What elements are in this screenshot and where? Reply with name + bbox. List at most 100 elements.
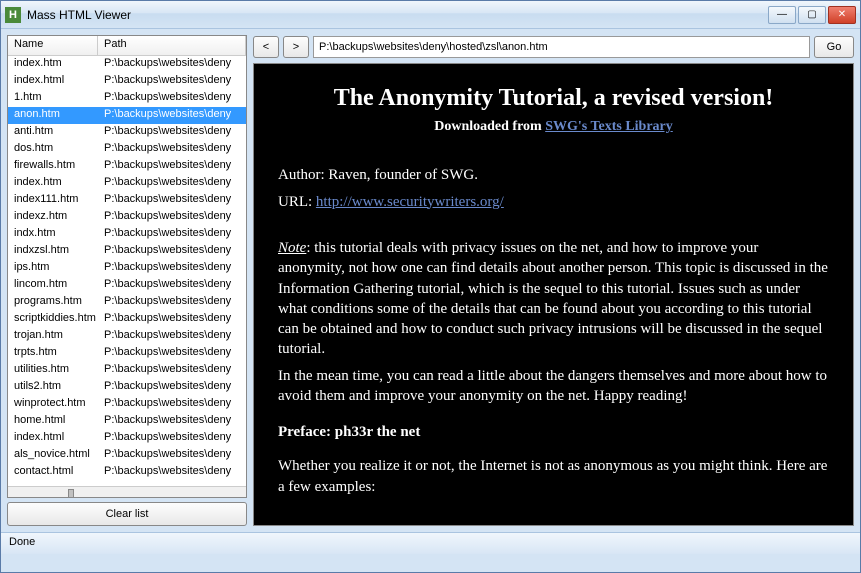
url-link[interactable]: http://www.securitywriters.org/	[316, 194, 504, 210]
scroll-thumb[interactable]	[68, 489, 74, 498]
file-list-header: Name Path	[8, 36, 246, 56]
horizontal-scrollbar[interactable]	[8, 486, 246, 498]
file-row[interactable]: contact.htmlP:\backups\websites\deny	[8, 464, 246, 481]
file-path-cell: P:\backups\websites\deny	[98, 362, 246, 379]
status-bar: Done	[1, 532, 860, 554]
file-name-cell: lincom.htm	[8, 277, 98, 294]
address-input[interactable]	[313, 36, 810, 58]
file-rows[interactable]: index.htmP:\backups\websites\denyindex.h…	[8, 56, 246, 486]
file-name-cell: firewalls.htm	[8, 158, 98, 175]
file-path-cell: P:\backups\websites\deny	[98, 209, 246, 226]
content-view[interactable]: The Anonymity Tutorial, a revised versio…	[253, 63, 854, 526]
file-path-cell: P:\backups\websites\deny	[98, 396, 246, 413]
file-name-cell: programs.htm	[8, 294, 98, 311]
note-body: : this tutorial deals with privacy issue…	[278, 240, 828, 357]
file-row[interactable]: index.htmlP:\backups\websites\deny	[8, 73, 246, 90]
left-panel: Name Path index.htmP:\backups\websites\d…	[7, 35, 247, 526]
file-name-cell: ips.htm	[8, 260, 98, 277]
file-path-cell: P:\backups\websites\deny	[98, 413, 246, 430]
file-row[interactable]: home.htmlP:\backups\websites\deny	[8, 413, 246, 430]
file-name-cell: indx.htm	[8, 226, 98, 243]
file-row[interactable]: index111.htmP:\backups\websites\deny	[8, 192, 246, 209]
file-name-cell: home.html	[8, 413, 98, 430]
url-line: URL: http://www.securitywriters.org/	[278, 192, 829, 212]
window-title: Mass HTML Viewer	[27, 8, 768, 22]
file-name-cell: als_novice.html	[8, 447, 98, 464]
file-name-cell: index.htm	[8, 56, 98, 73]
file-name-cell: index.htm	[8, 175, 98, 192]
file-row[interactable]: lincom.htmP:\backups\websites\deny	[8, 277, 246, 294]
file-path-cell: P:\backups\websites\deny	[98, 328, 246, 345]
file-path-cell: P:\backups\websites\deny	[98, 141, 246, 158]
close-button[interactable]: ✕	[828, 6, 856, 24]
file-list: Name Path index.htmP:\backups\websites\d…	[7, 35, 247, 498]
file-name-cell: 1.htm	[8, 90, 98, 107]
file-name-cell: utils2.htm	[8, 379, 98, 396]
file-name-cell: indxzsl.htm	[8, 243, 98, 260]
file-name-cell: anon.htm	[8, 107, 98, 124]
preface-heading: Preface: ph33r the net	[278, 422, 829, 442]
file-row[interactable]: utilities.htmP:\backups\websites\deny	[8, 362, 246, 379]
file-path-cell: P:\backups\websites\deny	[98, 294, 246, 311]
file-row[interactable]: dos.htmP:\backups\websites\deny	[8, 141, 246, 158]
file-row[interactable]: scriptkiddies.htmP:\backups\websites\den…	[8, 311, 246, 328]
file-row[interactable]: index.htmP:\backups\websites\deny	[8, 175, 246, 192]
clear-list-button[interactable]: Clear list	[7, 502, 247, 526]
file-row[interactable]: index.htmP:\backups\websites\deny	[8, 56, 246, 73]
file-row[interactable]: indx.htmP:\backups\websites\deny	[8, 226, 246, 243]
file-name-cell: anti.htm	[8, 124, 98, 141]
file-row[interactable]: trpts.htmP:\backups\websites\deny	[8, 345, 246, 362]
file-path-cell: P:\backups\websites\deny	[98, 464, 246, 481]
note-paragraph: Note: this tutorial deals with privacy i…	[278, 238, 829, 360]
subtitle-link[interactable]: SWG's Texts Library	[545, 119, 673, 134]
file-path-cell: P:\backups\websites\deny	[98, 260, 246, 277]
file-name-cell: index111.htm	[8, 192, 98, 209]
meantime-paragraph: In the mean time, you can read a little …	[278, 366, 829, 407]
file-path-cell: P:\backups\websites\deny	[98, 277, 246, 294]
file-row[interactable]: trojan.htmP:\backups\websites\deny	[8, 328, 246, 345]
column-header-name[interactable]: Name	[8, 36, 98, 55]
content-subtitle: Downloaded from SWG's Texts Library	[278, 118, 829, 137]
file-row[interactable]: programs.htmP:\backups\websites\deny	[8, 294, 246, 311]
file-row[interactable]: 1.htmP:\backups\websites\deny	[8, 90, 246, 107]
file-row[interactable]: anon.htmP:\backups\websites\deny	[8, 107, 246, 124]
file-row[interactable]: indexz.htmP:\backups\websites\deny	[8, 209, 246, 226]
file-path-cell: P:\backups\websites\deny	[98, 56, 246, 73]
main-area: Name Path index.htmP:\backups\websites\d…	[1, 29, 860, 532]
back-button[interactable]: <	[253, 36, 279, 58]
file-path-cell: P:\backups\websites\deny	[98, 90, 246, 107]
file-row[interactable]: ips.htmP:\backups\websites\deny	[8, 260, 246, 277]
nav-bar: < > Go	[253, 35, 854, 59]
file-name-cell: index.html	[8, 73, 98, 90]
file-row[interactable]: index.htmlP:\backups\websites\deny	[8, 430, 246, 447]
file-path-cell: P:\backups\websites\deny	[98, 124, 246, 141]
file-name-cell: scriptkiddies.htm	[8, 311, 98, 328]
file-path-cell: P:\backups\websites\deny	[98, 73, 246, 90]
file-row[interactable]: als_novice.htmlP:\backups\websites\deny	[8, 447, 246, 464]
file-path-cell: P:\backups\websites\deny	[98, 379, 246, 396]
file-path-cell: P:\backups\websites\deny	[98, 243, 246, 260]
file-path-cell: P:\backups\websites\deny	[98, 447, 246, 464]
column-header-path[interactable]: Path	[98, 36, 246, 55]
right-panel: < > Go The Anonymity Tutorial, a revised…	[253, 35, 854, 526]
subtitle-prefix: Downloaded from	[434, 119, 545, 134]
file-row[interactable]: utils2.htmP:\backups\websites\deny	[8, 379, 246, 396]
body-paragraph: Whether you realize it or not, the Inter…	[278, 456, 829, 497]
file-name-cell: winprotect.htm	[8, 396, 98, 413]
minimize-button[interactable]: —	[768, 6, 796, 24]
file-path-cell: P:\backups\websites\deny	[98, 107, 246, 124]
content-title: The Anonymity Tutorial, a revised versio…	[278, 82, 829, 114]
file-name-cell: dos.htm	[8, 141, 98, 158]
file-row[interactable]: indxzsl.htmP:\backups\websites\deny	[8, 243, 246, 260]
file-row[interactable]: anti.htmP:\backups\websites\deny	[8, 124, 246, 141]
file-row[interactable]: winprotect.htmP:\backups\websites\deny	[8, 396, 246, 413]
note-label: Note	[278, 240, 306, 256]
forward-button[interactable]: >	[283, 36, 309, 58]
file-path-cell: P:\backups\websites\deny	[98, 226, 246, 243]
maximize-button[interactable]: ▢	[798, 6, 826, 24]
go-button[interactable]: Go	[814, 36, 854, 58]
app-icon: H	[5, 7, 21, 23]
file-row[interactable]: firewalls.htmP:\backups\websites\deny	[8, 158, 246, 175]
author-line: Author: Raven, founder of SWG.	[278, 165, 829, 185]
file-path-cell: P:\backups\websites\deny	[98, 430, 246, 447]
